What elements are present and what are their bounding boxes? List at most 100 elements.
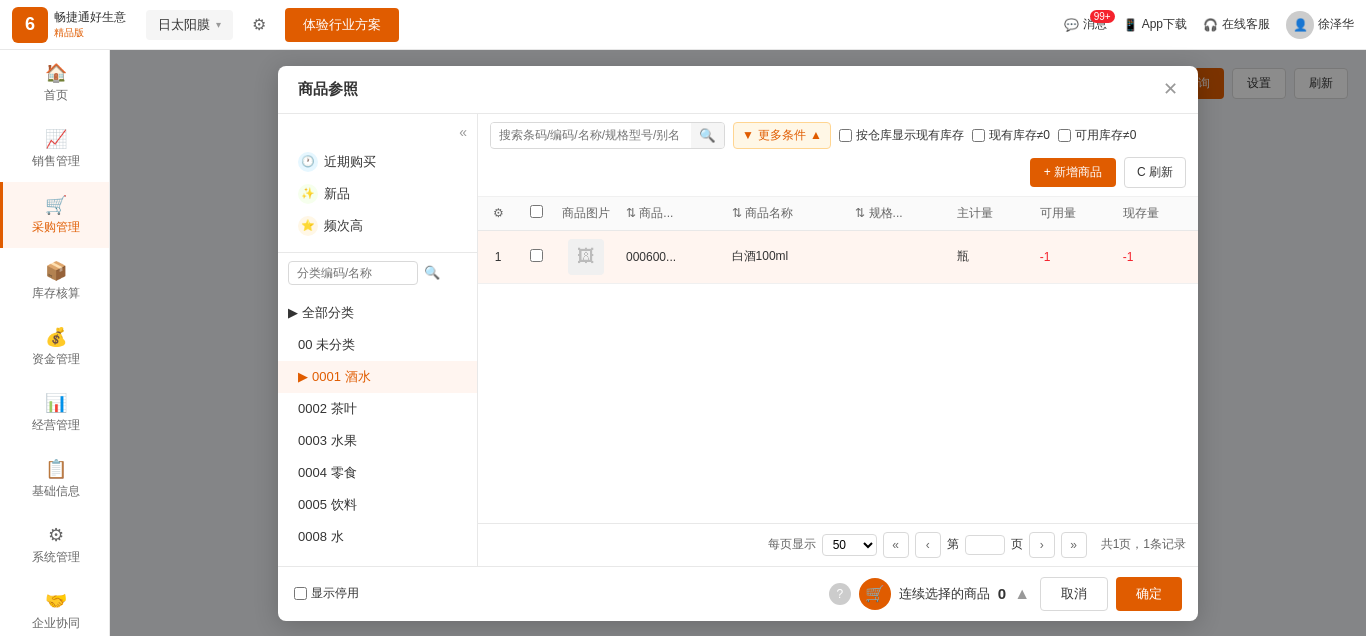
- nav-right: 💬 消息 99+ 📱 App下载 🎧 在线客服 👤 徐泽华: [1064, 11, 1354, 39]
- category-search-icon[interactable]: 🔍: [424, 265, 440, 280]
- select-all-checkbox[interactable]: [530, 205, 543, 218]
- purchase-icon: 🛒: [45, 194, 67, 216]
- category-all[interactable]: ▶ 全部分类: [278, 297, 477, 329]
- chevron-down-icon: ▾: [216, 19, 221, 30]
- sales-icon: 📈: [45, 128, 67, 150]
- recent-icon: 🕐: [298, 152, 318, 172]
- product-image-placeholder: 🖼: [568, 239, 604, 275]
- confirm-button[interactable]: 确定: [1116, 577, 1182, 611]
- product-search-button[interactable]: 🔍: [691, 123, 724, 148]
- sidebar-item-purchase[interactable]: 🛒 采购管理: [0, 182, 109, 248]
- category-item-0002[interactable]: 0002 茶叶: [278, 393, 477, 425]
- sidebar: 🏠 首页 📈 销售管理 🛒 采购管理 📦 库存核算 💰 资金管理 📊 经营管理 …: [0, 50, 110, 636]
- row-image: 🖼: [554, 230, 618, 283]
- footer-selection-area: ? 🛒 连续选择的商品 0 ▲: [829, 578, 1030, 610]
- row-spec: [847, 230, 948, 283]
- quick-item-new[interactable]: ✨ 新品: [288, 178, 467, 210]
- per-page-select[interactable]: 50 20 100: [822, 534, 877, 556]
- cart-icon[interactable]: 🛒: [859, 578, 891, 610]
- row-checkbox[interactable]: [518, 230, 554, 283]
- sidebar-item-finance[interactable]: 💰 资金管理: [0, 314, 109, 380]
- sidebar-item-operation[interactable]: 📊 经营管理: [0, 380, 109, 446]
- enterprise-icon: 🤝: [45, 590, 67, 612]
- product-table: ⚙ 商品图片 ⇅ 商品...: [478, 197, 1198, 523]
- modal-left-panel: « 🕐 近期购买 ✨ 新品 ⭐: [278, 114, 478, 566]
- phone-icon: 📱: [1123, 18, 1138, 32]
- online-service-button[interactable]: 🎧 在线客服: [1203, 16, 1270, 33]
- warehouse-display-checkbox[interactable]: 按仓库显示现有库存: [839, 127, 964, 144]
- nav-store-selector[interactable]: 日太阳膜 ▾: [146, 10, 233, 40]
- category-item-0001[interactable]: ▶ 0001 酒水: [278, 361, 477, 393]
- sort-icon: ⇅: [855, 206, 865, 220]
- col-header-unit: 主计量: [949, 197, 1032, 231]
- row-unit: 瓶: [949, 230, 1032, 283]
- messages-button[interactable]: 💬 消息 99+: [1064, 16, 1107, 33]
- experience-plan-button[interactable]: 体验行业方案: [285, 8, 399, 42]
- first-page-button[interactable]: «: [883, 532, 909, 558]
- main-content: 查询 设置 刷新 商品参照 ✕: [110, 50, 1366, 636]
- cancel-button[interactable]: 取消: [1040, 577, 1108, 611]
- col-header-name[interactable]: ⇅ 商品名称: [724, 197, 848, 231]
- left-panel-collapse-button[interactable]: «: [459, 124, 467, 140]
- logo: 6 畅捷通好生意 精品版: [12, 7, 126, 43]
- message-icon: 💬: [1064, 18, 1079, 32]
- sidebar-item-sales[interactable]: 📈 销售管理: [0, 116, 109, 182]
- system-icon: ⚙: [48, 524, 64, 546]
- operation-icon: 📊: [45, 392, 67, 414]
- basic-info-icon: 📋: [45, 458, 67, 480]
- category-search-area: 🔍: [278, 253, 477, 293]
- modal-left-top: « 🕐 近期购买 ✨ 新品 ⭐: [278, 124, 477, 253]
- page-number-input[interactable]: 1: [965, 535, 1005, 555]
- quick-item-frequent[interactable]: ⭐ 频次高: [288, 210, 467, 242]
- logo-text: 畅捷通好生意 精品版: [54, 10, 126, 39]
- quick-item-recent[interactable]: 🕐 近期购买: [288, 146, 467, 178]
- col-header-checkbox[interactable]: [518, 197, 554, 231]
- sidebar-item-basic-info[interactable]: 📋 基础信息: [0, 446, 109, 512]
- row-code: 000600...: [618, 230, 724, 283]
- sidebar-item-home[interactable]: 🏠 首页: [0, 50, 109, 116]
- refresh-product-button[interactable]: C 刷新: [1124, 157, 1186, 188]
- col-header-spec[interactable]: ⇅ 规格...: [847, 197, 948, 231]
- category-item-0010[interactable]: 0010 家电: [278, 553, 477, 556]
- col-header-settings[interactable]: ⚙: [478, 197, 518, 231]
- category-item-00[interactable]: 00 未分类: [278, 329, 477, 361]
- category-all-arrow-icon: ▶: [288, 305, 298, 320]
- category-item-0005[interactable]: 0005 饮料: [278, 489, 477, 521]
- row-name: 白酒100ml: [724, 230, 848, 283]
- footer-collapse-icon[interactable]: ▲: [1014, 585, 1030, 603]
- show-disabled-checkbox[interactable]: 显示停用: [294, 585, 359, 602]
- next-page-button[interactable]: ›: [1029, 532, 1055, 558]
- add-product-button[interactable]: + 新增商品: [1030, 158, 1116, 187]
- sidebar-item-enterprise[interactable]: 🤝 企业协同: [0, 578, 109, 636]
- col-header-code[interactable]: ⇅ 商品...: [618, 197, 724, 231]
- modal-overlay: 商品参照 ✕ « 🕐 近期购买: [110, 50, 1366, 636]
- sidebar-item-system[interactable]: ⚙ 系统管理: [0, 512, 109, 578]
- product-search-input[interactable]: [491, 123, 691, 147]
- product-search-box: 🔍: [490, 122, 725, 149]
- settings-icon[interactable]: ⚙: [243, 9, 275, 41]
- logo-icon: 6: [12, 7, 48, 43]
- modal-right-panel: 🔍 ▼ 更多条件 ▲ 按仓库显示现有库存: [478, 114, 1198, 566]
- help-icon[interactable]: ?: [829, 583, 851, 605]
- category-item-0003[interactable]: 0003 水果: [278, 425, 477, 457]
- modal-title: 商品参照: [298, 80, 358, 99]
- category-item-0008[interactable]: 0008 水: [278, 521, 477, 553]
- available-nonzero-checkbox[interactable]: 可用库存≠0: [1058, 127, 1136, 144]
- category-item-0004[interactable]: 0004 零食: [278, 457, 477, 489]
- footer-buttons: 取消 确定: [1040, 577, 1182, 611]
- last-page-button[interactable]: »: [1061, 532, 1087, 558]
- sidebar-item-inventory[interactable]: 📦 库存核算: [0, 248, 109, 314]
- headset-icon: 🎧: [1203, 18, 1218, 32]
- avatar: 👤: [1286, 11, 1314, 39]
- user-menu[interactable]: 👤 徐泽华: [1286, 11, 1354, 39]
- category-search-input[interactable]: [288, 261, 418, 285]
- stock-nonzero-checkbox[interactable]: 现有库存≠0: [972, 127, 1050, 144]
- modal-body: « 🕐 近期购买 ✨ 新品 ⭐: [278, 114, 1198, 566]
- modal-close-button[interactable]: ✕: [1163, 80, 1178, 98]
- frequent-icon: ⭐: [298, 216, 318, 236]
- app-download-button[interactable]: 📱 App下载: [1123, 16, 1187, 33]
- col-header-stock: 现存量: [1115, 197, 1198, 231]
- more-filters-button[interactable]: ▼ 更多条件 ▲: [733, 122, 831, 149]
- prev-page-button[interactable]: ‹: [915, 532, 941, 558]
- table-row[interactable]: 1 🖼 000600... 白酒100ml: [478, 230, 1198, 283]
